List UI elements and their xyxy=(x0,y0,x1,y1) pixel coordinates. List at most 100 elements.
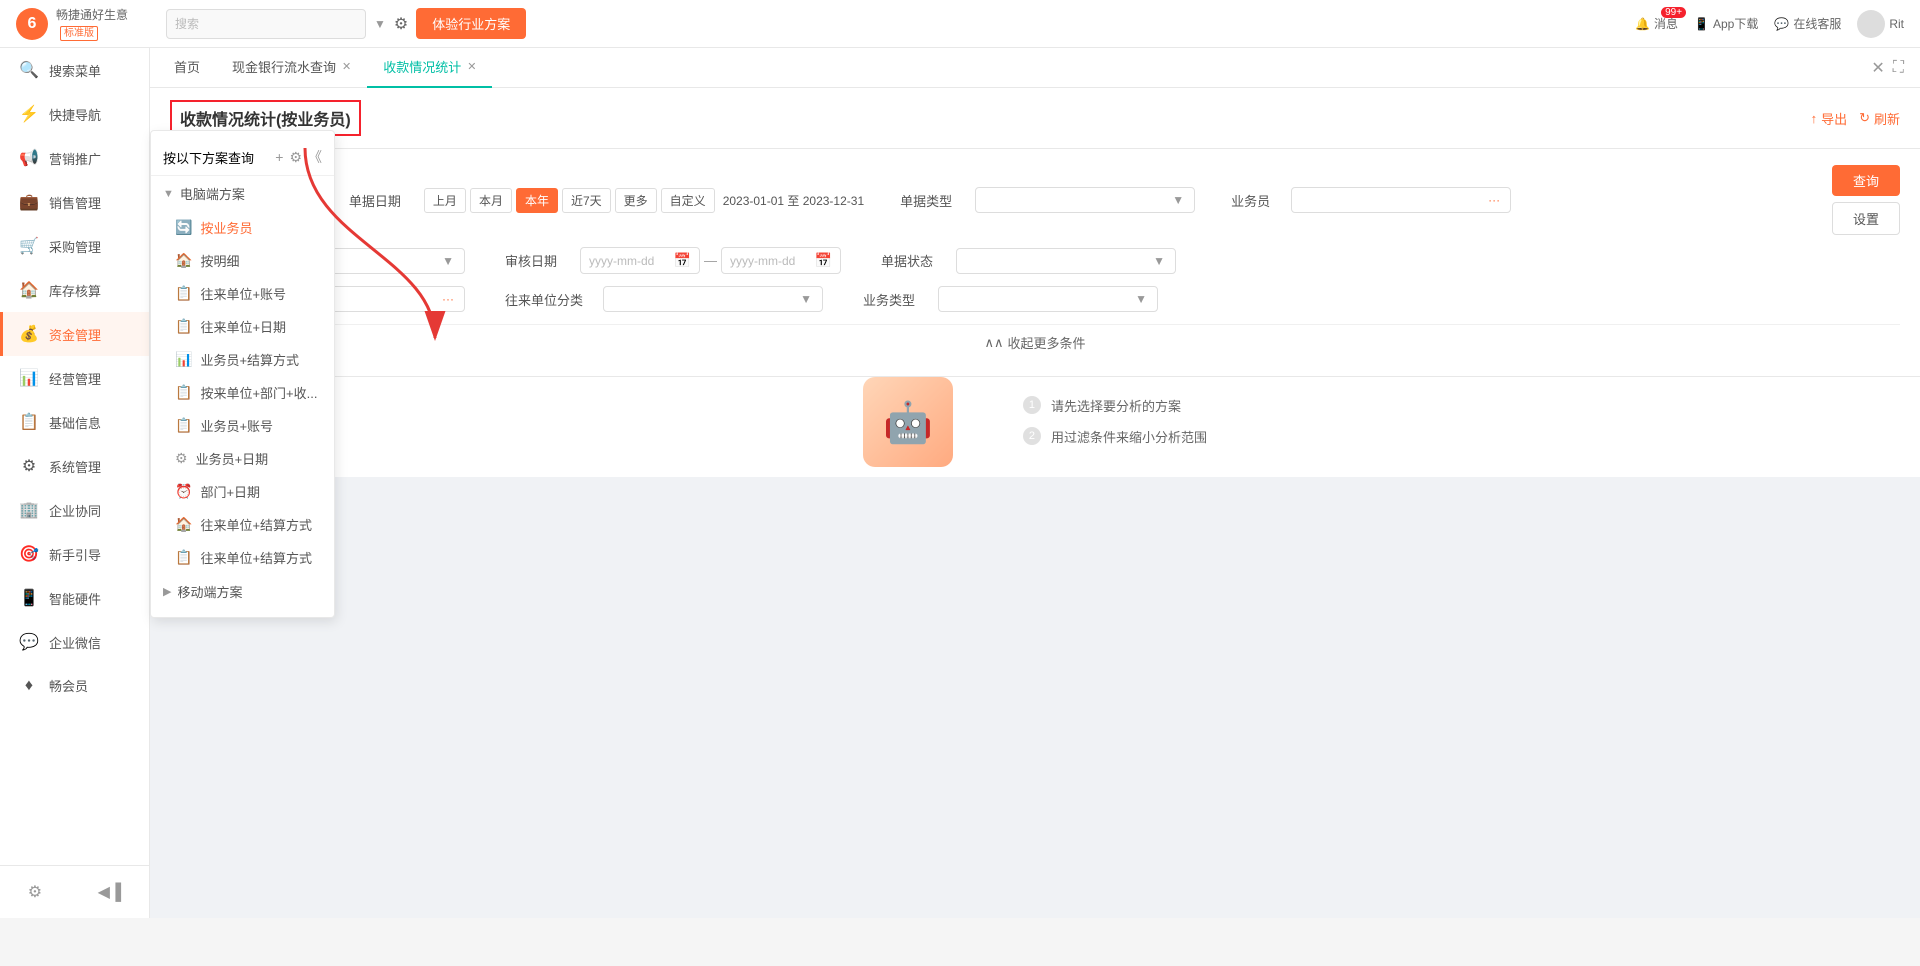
sidebar-settings-btn[interactable]: ⚙ xyxy=(20,874,50,910)
empty-steps: 1 请先选择要分析的方案 2 用过滤条件来缩小分析范围 xyxy=(1023,396,1207,458)
tab-bank-flow-close[interactable]: ✕ xyxy=(342,60,351,73)
scheme-item-cp-date-label: 往来单位+日期 xyxy=(200,317,286,336)
online-service-item[interactable]: 💬 在线客服 xyxy=(1774,15,1841,32)
refresh-button[interactable]: ↻ 刷新 xyxy=(1859,109,1900,128)
scheme-item-by-counterparty-dept[interactable]: 📋 按来单位+部门+收... xyxy=(151,376,334,409)
scheme-item-salesperson-date[interactable]: ⚙ 业务员+日期 xyxy=(151,442,334,475)
salesperson-label: 业务员 xyxy=(1231,191,1271,210)
scheme-item-counterparty-settlement1[interactable]: 🏠 往来单位+结算方式 xyxy=(151,508,334,541)
scheme-item-counterparty-settlement2[interactable]: 📋 往来单位+结算方式 xyxy=(151,541,334,574)
scheme-item-dept-date-label: 部门+日期 xyxy=(200,482,260,501)
sidebar-item-quick-nav[interactable]: ⚡ 快捷导航 xyxy=(0,92,149,136)
scheme-item-counterparty-account[interactable]: 📋 往来单位+账号 xyxy=(151,277,334,310)
scheme-item-salesperson-settlement[interactable]: 📊 业务员+结算方式 xyxy=(151,343,334,376)
business-type-select[interactable]: ▼ xyxy=(938,286,1158,312)
user-avatar-item[interactable]: Rit xyxy=(1857,10,1904,38)
sidebar-item-sales[interactable]: 💼 销售管理 xyxy=(0,180,149,224)
desktop-scheme-group[interactable]: ▼ 电脑端方案 xyxy=(151,176,334,211)
logo-area: 6 畅捷通好生意 标准版 xyxy=(16,8,166,40)
sidebar-item-inventory[interactable]: 🏠 库存核算 xyxy=(0,268,149,312)
scheme-add-btn[interactable]: + xyxy=(275,149,283,165)
sidebar-item-operations[interactable]: 📊 经营管理 xyxy=(0,356,149,400)
tab-collection-stats-close[interactable]: ✕ xyxy=(467,60,476,73)
query-button[interactable]: 查询 xyxy=(1832,165,1900,196)
step-2-text: 用过滤条件来缩小分析范围 xyxy=(1051,427,1207,446)
empty-step-2: 2 用过滤条件来缩小分析范围 xyxy=(1023,427,1207,446)
date-btn-7days[interactable]: 近7天 xyxy=(562,188,611,213)
page-header-actions: ↑ 导出 ↻ 刷新 xyxy=(1811,109,1900,128)
scheme-item-dept-date[interactable]: ⏰ 部门+日期 xyxy=(151,475,334,508)
sidebar-collapse-btn[interactable]: ◀▐ xyxy=(90,874,130,910)
sidebar-label-guide: 新手引导 xyxy=(49,545,101,564)
salesperson-more-icon[interactable]: ··· xyxy=(1488,193,1500,207)
scheme-item-by-salesperson[interactable]: 🔄 按业务员 xyxy=(151,211,334,244)
trial-button[interactable]: 体验行业方案 xyxy=(416,8,526,39)
filter-panel: 按以下方案查询 + ⚙ 《 单据日期 上月 本月 本年 近7天 更多 自定义 2… xyxy=(150,149,1920,377)
scheme-item-sp-account-label: 业务员+账号 xyxy=(200,416,273,435)
sidebar-item-search-menu[interactable]: 🔍 搜索菜单 xyxy=(0,48,149,92)
cp-dept-icon: 📋 xyxy=(175,384,192,401)
refresh-icon: ↻ xyxy=(1859,110,1870,126)
enterprise-icon: 🏢 xyxy=(19,500,39,520)
tab-close-all-btn[interactable]: ✕ xyxy=(1871,58,1884,78)
sidebar-item-system[interactable]: ⚙ 系统管理 xyxy=(0,444,149,488)
tab-bank-flow[interactable]: 现金银行流水查询 ✕ xyxy=(216,48,367,88)
sidebar-item-marketing[interactable]: 📢 营销推广 xyxy=(0,136,149,180)
sidebar-item-guide[interactable]: 🎯 新手引导 xyxy=(0,532,149,576)
counterparty-category-select[interactable]: ▼ xyxy=(603,286,823,312)
collapse-button[interactable]: ∧∧ 收起更多条件 xyxy=(170,324,1900,360)
header-dropdown-arrow[interactable]: ▼ xyxy=(374,17,386,31)
app-download-item[interactable]: 📱 App下载 xyxy=(1694,15,1758,32)
download-icon: 📱 xyxy=(1694,17,1709,31)
date-btn-this-year[interactable]: 本年 xyxy=(516,188,558,213)
audit-date-end[interactable]: yyyy-mm-dd 📅 xyxy=(721,247,841,274)
sidebar-item-member[interactable]: ♦ 畅会员 xyxy=(0,664,149,707)
export-button[interactable]: ↑ 导出 xyxy=(1811,109,1848,128)
date-filter-group: 上月 本月 本年 近7天 更多 自定义 2023-01-01 至 2023-12… xyxy=(424,188,864,213)
sidebar-item-enterprise[interactable]: 🏢 企业协同 xyxy=(0,488,149,532)
sidebar-item-smart-hw[interactable]: 📱 智能硬件 xyxy=(0,576,149,620)
audit-date-start[interactable]: yyyy-mm-dd 📅 xyxy=(580,247,700,274)
date-btn-last-month[interactable]: 上月 xyxy=(424,188,466,213)
tab-home[interactable]: 首页 xyxy=(158,48,216,88)
service-icon: 💬 xyxy=(1774,17,1789,31)
message-icon-item[interactable]: 🔔 消息 99+ xyxy=(1635,15,1678,32)
sidebar-item-wechat[interactable]: 💬 企业微信 xyxy=(0,620,149,664)
wechat-icon: 💬 xyxy=(19,632,39,652)
header-search-box[interactable]: 搜索 xyxy=(166,9,366,39)
scheme-item-counterparty-date[interactable]: 📋 往来单位+日期 xyxy=(151,310,334,343)
scheme-item-salesperson-account[interactable]: 📋 业务员+账号 xyxy=(151,409,334,442)
cp-settlement2-icon: 📋 xyxy=(175,549,192,566)
doc-status-select[interactable]: ▼ xyxy=(956,248,1176,274)
date-btn-more[interactable]: 更多 xyxy=(615,188,657,213)
sidebar-label-wechat: 企业微信 xyxy=(49,633,101,652)
filter-row-1: 按以下方案查询 + ⚙ 《 单据日期 上月 本月 本年 近7天 更多 自定义 2… xyxy=(170,165,1900,235)
main-area: 首页 现金银行流水查询 ✕ 收款情况统计 ✕ ✕ ⛶ 收款情况统计(按业务员) … xyxy=(150,48,1920,918)
scheme-item-cp-settlement1-label: 往来单位+结算方式 xyxy=(200,515,312,534)
counterparty-more-icon[interactable]: ··· xyxy=(442,292,454,306)
date-btn-custom[interactable]: 自定义 xyxy=(661,188,715,213)
scheme-gear-btn[interactable]: ⚙ xyxy=(289,149,302,166)
date-btn-this-month[interactable]: 本月 xyxy=(470,188,512,213)
scheme-collapse-btn[interactable]: 《 xyxy=(308,147,322,167)
settings-button[interactable]: 设置 xyxy=(1832,202,1900,235)
tab-home-label: 首页 xyxy=(174,57,200,76)
purchase-icon: 🛒 xyxy=(19,236,39,256)
page-header: 收款情况统计(按业务员) ↑ 导出 ↻ 刷新 xyxy=(150,88,1920,149)
mobile-group-label: 移动端方案 xyxy=(177,582,242,601)
tab-collection-stats[interactable]: 收款情况统计 ✕ xyxy=(367,48,492,88)
mobile-scheme-group[interactable]: ▶ 移动端方案 xyxy=(151,574,334,609)
tab-expand-btn[interactable]: ⛶ xyxy=(1893,59,1904,77)
header-gear-icon[interactable]: ⚙ xyxy=(394,14,408,34)
logo-badge: 标准版 xyxy=(60,26,98,41)
sidebar: 🔍 搜索菜单 ⚡ 快捷导航 📢 营销推广 💼 销售管理 🛒 采购管理 🏠 库存核… xyxy=(0,48,150,918)
scheme-item-by-detail[interactable]: 🏠 按明细 xyxy=(151,244,334,277)
sidebar-item-basic-info[interactable]: 📋 基础信息 xyxy=(0,400,149,444)
salesperson-select[interactable]: ··· xyxy=(1291,187,1511,213)
audit-date-end-text: yyyy-mm-dd xyxy=(730,254,815,268)
sidebar-item-finance[interactable]: 💰 资金管理 xyxy=(0,312,149,356)
doc-type-select[interactable]: ▼ xyxy=(975,187,1195,213)
sidebar-item-purchase[interactable]: 🛒 采购管理 xyxy=(0,224,149,268)
header-search-area: 搜索 ▼ ⚙ 体验行业方案 xyxy=(166,8,1635,39)
scheme-header-actions: + ⚙ 《 xyxy=(275,147,322,167)
